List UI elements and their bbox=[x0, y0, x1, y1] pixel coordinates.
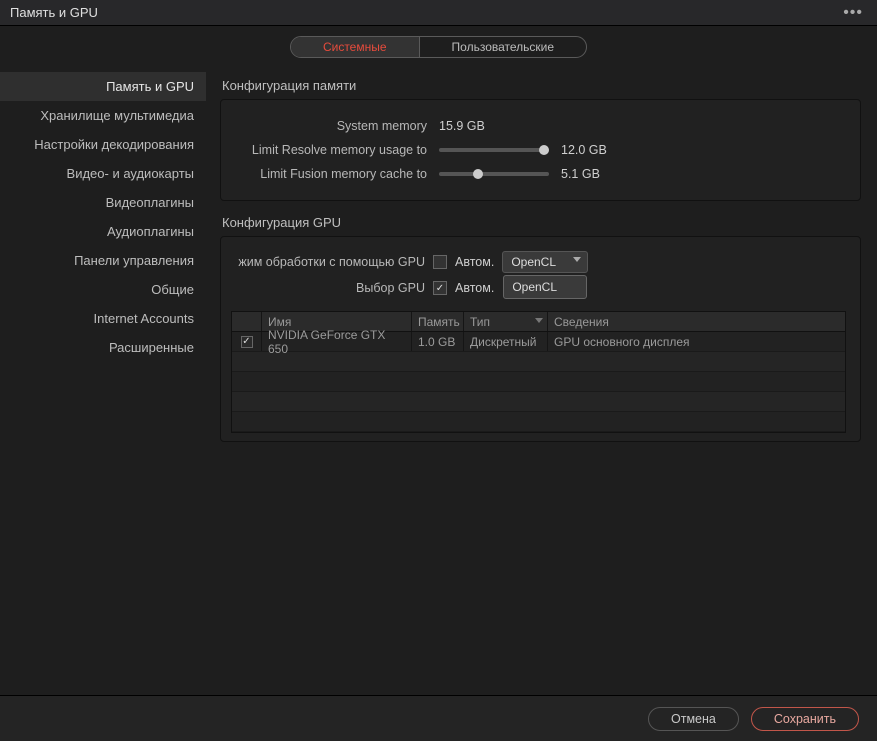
gpu-select-label: Выбор GPU bbox=[231, 281, 425, 295]
gpu-mode-dropdown-menu: OpenCL bbox=[503, 275, 587, 299]
table-row-empty bbox=[232, 372, 845, 392]
gpu-mode-dropdown[interactable]: OpenCL OpenCL bbox=[502, 251, 588, 273]
save-button[interactable]: Сохранить bbox=[751, 707, 859, 731]
main-content: Конфигурация памяти System memory 15.9 G… bbox=[206, 66, 877, 695]
titlebar: Память и GPU ••• bbox=[0, 0, 877, 26]
gpu-section-title: Конфигурация GPU bbox=[222, 215, 861, 230]
table-row-empty bbox=[232, 412, 845, 432]
sidebar-item-internet-accounts[interactable]: Internet Accounts bbox=[0, 304, 206, 333]
menu-dots-icon[interactable]: ••• bbox=[839, 4, 867, 22]
resolve-limit-value: 12.0 GB bbox=[561, 143, 607, 157]
row-checkbox[interactable] bbox=[241, 336, 253, 348]
sort-icon bbox=[535, 318, 543, 323]
memory-section-title: Конфигурация памяти bbox=[222, 78, 861, 93]
window-title: Память и GPU bbox=[10, 5, 98, 20]
cell-info: GPU основного дисплея bbox=[548, 332, 845, 351]
gpu-select-auto-label: Автом. bbox=[455, 281, 494, 295]
resolve-limit-label: Limit Resolve memory usage to bbox=[239, 143, 427, 157]
tabstrip: Системные Пользовательские bbox=[0, 26, 877, 66]
gpu-mode-auto-label: Автом. bbox=[455, 255, 494, 269]
gpu-select-auto-checkbox[interactable] bbox=[433, 281, 447, 295]
col-name[interactable]: Имя bbox=[262, 312, 412, 331]
cell-name: NVIDIA GeForce GTX 650 bbox=[262, 332, 412, 351]
col-info[interactable]: Сведения bbox=[548, 312, 845, 331]
system-memory-label: System memory bbox=[239, 119, 427, 133]
col-check[interactable] bbox=[232, 312, 262, 331]
gpu-table-header: Имя Память Тип Сведения bbox=[232, 312, 845, 332]
fusion-limit-label: Limit Fusion memory cache to bbox=[239, 167, 427, 181]
cell-memory: 1.0 GB bbox=[412, 332, 464, 351]
fusion-limit-slider[interactable] bbox=[439, 172, 549, 176]
gpu-mode-dropdown-value: OpenCL bbox=[511, 255, 556, 269]
system-memory-value: 15.9 GB bbox=[439, 119, 485, 133]
fusion-limit-value: 5.1 GB bbox=[561, 167, 600, 181]
chevron-down-icon bbox=[573, 257, 581, 262]
sidebar-item-video-plugins[interactable]: Видеоплагины bbox=[0, 188, 206, 217]
sidebar-item-audio-plugins[interactable]: Аудиоплагины bbox=[0, 217, 206, 246]
cell-type: Дискретный bbox=[464, 332, 548, 351]
tab-system[interactable]: Системные bbox=[291, 37, 419, 57]
gpu-mode-label: жим обработки с помощью GPU bbox=[231, 255, 425, 269]
gpu-table: Имя Память Тип Сведения NVIDIA GeForce G… bbox=[231, 311, 846, 433]
sidebar-item-advanced[interactable]: Расширенные bbox=[0, 333, 206, 362]
sidebar-item-media-storage[interactable]: Хранилище мультимедиа bbox=[0, 101, 206, 130]
sidebar-item-memory-gpu[interactable]: Память и GPU bbox=[0, 72, 206, 101]
sidebar-item-decode[interactable]: Настройки декодирования bbox=[0, 130, 206, 159]
cancel-button[interactable]: Отмена bbox=[648, 707, 739, 731]
gpu-panel: жим обработки с помощью GPU Автом. OpenC… bbox=[220, 236, 861, 442]
tab-user[interactable]: Пользовательские bbox=[419, 37, 587, 57]
sidebar: Память и GPU Хранилище мультимедиа Настр… bbox=[0, 66, 206, 695]
sidebar-item-av-cards[interactable]: Видео- и аудиокарты bbox=[0, 159, 206, 188]
gpu-mode-option-opencl[interactable]: OpenCL bbox=[504, 276, 586, 298]
col-memory[interactable]: Память bbox=[412, 312, 464, 331]
segmented-tabs: Системные Пользовательские bbox=[290, 36, 587, 58]
gpu-mode-auto-checkbox[interactable] bbox=[433, 255, 447, 269]
table-row[interactable]: NVIDIA GeForce GTX 650 1.0 GB Дискретный… bbox=[232, 332, 845, 352]
footer: Отмена Сохранить bbox=[0, 695, 877, 741]
resolve-limit-slider[interactable] bbox=[439, 148, 549, 152]
sidebar-item-control-panels[interactable]: Панели управления bbox=[0, 246, 206, 275]
sidebar-item-general[interactable]: Общие bbox=[0, 275, 206, 304]
col-type[interactable]: Тип bbox=[464, 312, 548, 331]
memory-panel: System memory 15.9 GB Limit Resolve memo… bbox=[220, 99, 861, 201]
table-row-empty bbox=[232, 392, 845, 412]
